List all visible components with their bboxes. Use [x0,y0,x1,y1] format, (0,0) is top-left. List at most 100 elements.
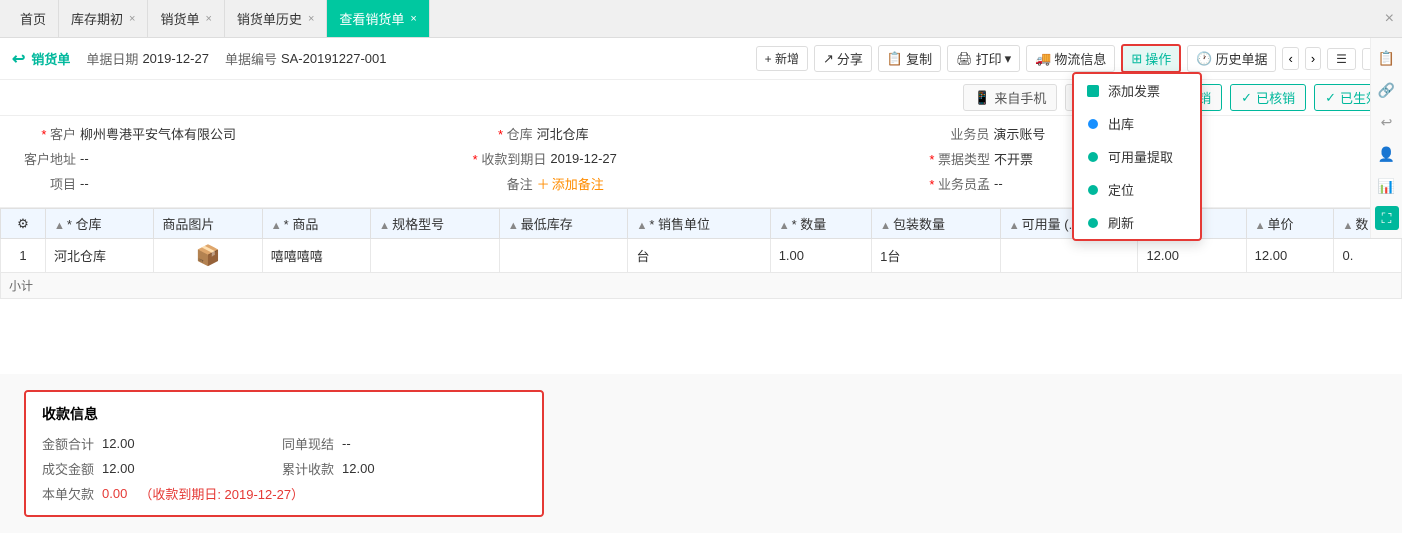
copy-button[interactable]: 📋 复制 [878,45,941,72]
sidebar-icon-3[interactable]: ↩ [1375,110,1399,134]
tab-history-close[interactable]: × [308,13,314,25]
col-warehouse: ▲* 仓库 [46,209,154,239]
subtotal-row: 小计 [1,273,1402,299]
warehouse-label: 仓库 [473,124,533,143]
from-phone-button[interactable]: 📱 来自手机 [963,84,1057,111]
staff-value: 演示账号 [993,124,1045,143]
row-image: 📦 [154,239,262,273]
outbound-item[interactable]: 出库 [1074,107,1200,140]
payment-row-2: 成交金额 12.00 累计收款 12.00 [42,459,526,478]
prev-button[interactable]: ‹ [1282,47,1298,70]
address-label: 客户地址 [16,149,76,168]
transaction-item: 成交金额 12.00 [42,459,242,478]
warehouse-value: 河北仓库 [537,124,589,143]
sidebar-icon-4[interactable]: 👤 [1375,142,1399,166]
doc-type-icon: ↩ [12,49,25,69]
single-settle-item: 同单现结 -- [282,434,482,453]
cumulative-item: 累计收款 12.00 [282,459,482,478]
tab-view-close[interactable]: × [410,13,416,25]
share-icon: ↗ [823,51,834,67]
history-button[interactable]: 🕐 历史单据 [1187,45,1276,72]
staff2-value: -- [994,176,1003,191]
add-invoice-item[interactable]: 添加发票 [1074,74,1200,107]
operation-dropdown: 添加发票 出库 可用量提取 定位 刷新 [1072,72,1202,241]
add-note-button[interactable]: ＋ 添加备注 [537,174,604,193]
row-warehouse: 河北仓库 [46,239,154,273]
sold-icon: ✓ [1241,90,1252,106]
right-sidebar: 📋 🔗 ↩ 👤 📊 ⛶ [1370,38,1402,238]
copy-icon: 📋 [887,51,903,67]
view-toggle-list[interactable]: ☰ [1327,48,1356,70]
sidebar-icon-expand[interactable]: ⛶ [1375,206,1399,230]
table-row: 1 河北仓库 📦 嘻嘻嘻嘻 台 1.00 1台 12.00 12.00 0. [1,239,1402,273]
payment-rows: 金额合计 12.00 同单现结 -- 成交金额 12.00 [42,434,526,503]
sold-button[interactable]: ✓ 已核销 [1230,84,1306,111]
doc-number-field: 单据编号 SA-20191227-001 [225,49,387,68]
tab-bar: 首页 库存期初 × 销货单 × 销货单历史 × 查看销货单 × × [0,0,1402,38]
note-field: 备注 ＋ 添加备注 [473,174,930,193]
locate-item[interactable]: 定位 [1074,173,1200,206]
row-min-stock [499,239,628,273]
due-date-value: 2019-12-27 [550,151,617,166]
phone-icon: 📱 [974,90,990,106]
operation-button[interactable]: ⊞ 操作 [1121,44,1181,73]
col-price: ▲单价 [1246,209,1334,239]
project-field: 项目 -- [16,174,473,193]
window-close-button[interactable]: × [1385,10,1394,28]
col-gear: ⚙ [1,209,46,239]
address-field: 客户地址 -- [16,149,473,168]
share-button[interactable]: ↗ 分享 [814,45,872,72]
toolbar: + 新增 ↗ 分享 📋 复制 🖨 打印 ▾ 🚚 物流信息 [756,44,1390,73]
tab-sales-close[interactable]: × [205,13,211,25]
sidebar-icon-2[interactable]: 🔗 [1375,78,1399,102]
note-label: 备注 [473,174,533,193]
row-product: 嘻嘻嘻嘻 [262,239,370,273]
payment-title: 收款信息 [42,404,526,424]
row-pack-qty: 1台 [872,239,1001,273]
available-pick-item[interactable]: 可用量提取 [1074,140,1200,173]
col-spec: ▲规格型号 [371,209,500,239]
tab-inventory-close[interactable]: × [129,13,135,25]
payment-row-3: 本单欠款 0.00 （收款到期日: 2019-12-27） [42,484,526,503]
tab-history[interactable]: 销货单历史 × [225,0,327,37]
effect-icon: ✓ [1325,90,1336,106]
new-button[interactable]: + 新增 [756,46,808,71]
row-seq: 1 [1,239,46,273]
print-icon: 🖨 [956,51,973,67]
tab-inventory[interactable]: 库存期初 × [59,0,148,37]
total-amount-item: 金额合计 12.00 [42,434,242,453]
print-dropdown-icon: ▾ [1005,51,1012,67]
due-date-field: 收款到期日 2019-12-27 [473,149,930,168]
next-button[interactable]: › [1305,47,1321,70]
doc-date-field: 单据日期 2019-12-27 [86,49,209,68]
warehouse-field: 仓库 河北仓库 [473,124,930,143]
tab-view[interactable]: 查看销货单 × [327,0,429,37]
col-product: ▲* 商品 [262,209,370,239]
tab-sales[interactable]: 销货单 × [148,0,224,37]
payment-section: 收款信息 金额合计 12.00 同单现结 -- [0,374,1402,533]
refresh-icon [1086,216,1100,230]
ticket-type-label: 票据类型 [929,149,990,168]
refresh-item[interactable]: 刷新 [1074,206,1200,239]
locate-icon [1086,183,1100,197]
available-pick-icon [1086,150,1100,164]
gear-icon: ⚙ [17,216,29,231]
payment-box: 收款信息 金额合计 12.00 同单现结 -- [24,390,544,517]
sidebar-icon-5[interactable]: 📊 [1375,174,1399,198]
customer-value: 柳州粤港平安气体有限公司 [80,124,236,143]
logistics-icon: 🚚 [1035,51,1051,67]
col-pack-qty: ▲包装数量 [872,209,1001,239]
row-available [1000,239,1138,273]
tab-home[interactable]: 首页 [8,0,59,37]
payment-row-1: 金额合计 12.00 同单现结 -- [42,434,526,453]
ticket-type-value: 不开票 [994,149,1033,168]
logistics-button[interactable]: 🚚 物流信息 [1026,45,1115,72]
staff2-label: 业务员孟 [929,174,990,193]
due-date-label: 收款到期日 [473,149,547,168]
col-quantity: ▲* 数量 [770,209,871,239]
project-value: -- [80,176,89,191]
row-stock: 12.00 [1138,239,1246,273]
due-payment-item: 本单欠款 0.00 （收款到期日: 2019-12-27） [42,484,442,503]
print-button[interactable]: 🖨 打印 ▾ [947,45,1020,72]
sidebar-icon-1[interactable]: 📋 [1375,46,1399,70]
